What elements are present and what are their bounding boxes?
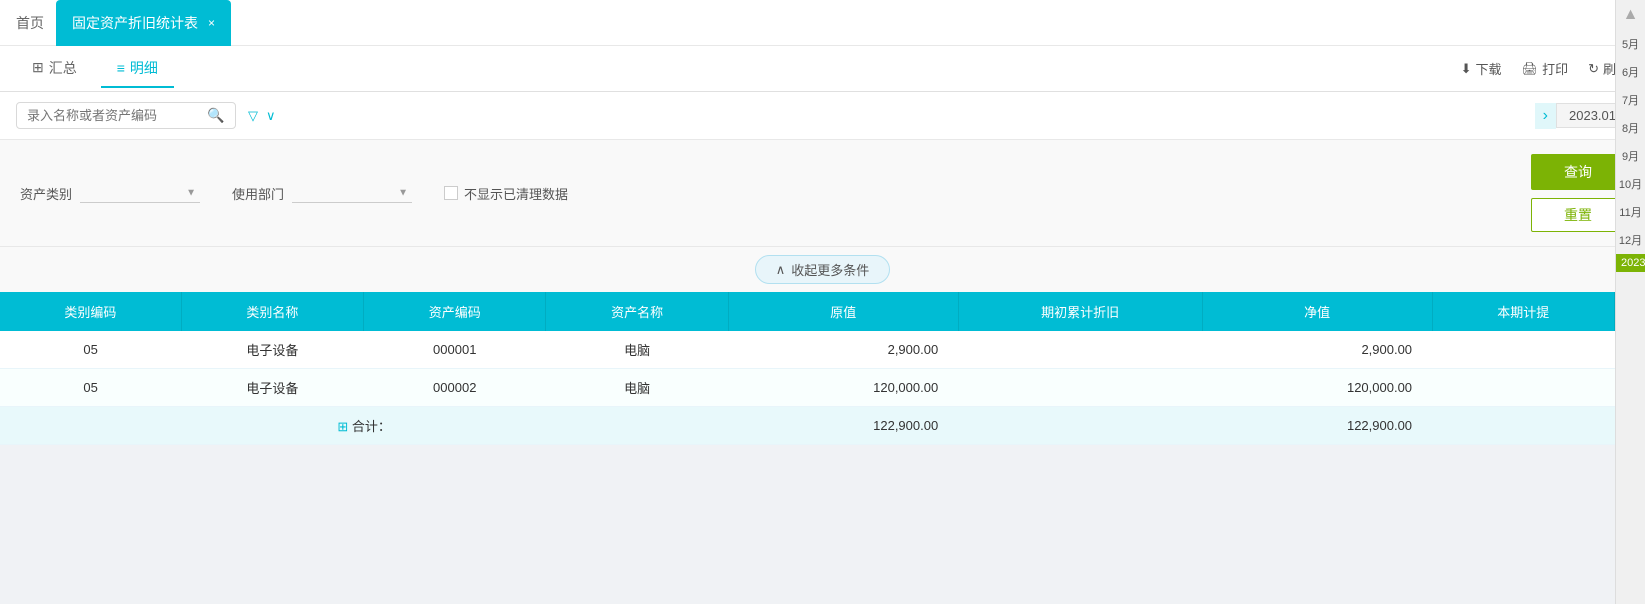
collapse-button[interactable]: ∧ 收起更多条件	[755, 255, 891, 284]
asset-category-label: 资产类别	[20, 184, 72, 203]
download-icon: ⬇	[1461, 61, 1472, 77]
chevron-down-icon: ∨	[266, 108, 276, 124]
sidebar-year-badge: 2023	[1616, 254, 1645, 272]
cell-category-code: 05	[0, 331, 181, 369]
sidebar-month-item[interactable]: 7月	[1617, 86, 1644, 114]
print-label: 打印	[1542, 59, 1568, 78]
search-bar: 🔍 ▽ ∨ › 2023.01	[0, 92, 1645, 140]
sidebar-month-item[interactable]: 8月	[1617, 114, 1644, 142]
refresh-icon: ↻	[1588, 61, 1599, 77]
cell-accumulated-dep	[958, 369, 1202, 407]
cell-category-name: 电子设备	[181, 331, 363, 369]
asset-category-select-wrap	[80, 183, 200, 203]
col-original-value: 原值	[728, 292, 958, 331]
total-icon: ⊞	[337, 419, 348, 434]
sidebar-month-item[interactable]: 12月	[1617, 226, 1644, 254]
filter-row: 资产类别 使用部门 不显示已清理数据	[20, 154, 1625, 232]
detail-tab-icon: ≡	[117, 60, 125, 76]
table-row: 05 电子设备 000001 电脑 2,900.00 2,900.00	[0, 331, 1615, 369]
sub-tabs-left: ⊞ 汇总 ≡ 明细	[16, 50, 174, 88]
detail-tab-label: 明细	[130, 58, 158, 78]
table-header-row: 类别编码 类别名称 资产编码 资产名称 原值 期初累计折旧 净值 本期计提	[0, 292, 1615, 331]
download-label: 下载	[1476, 59, 1502, 78]
sidebar-month-item[interactable]: 9月	[1617, 142, 1644, 170]
total-accumulated-dep	[958, 407, 1202, 445]
download-button[interactable]: ⬇ 下载	[1461, 59, 1502, 78]
cell-net-value: 2,900.00	[1202, 331, 1432, 369]
col-category-name: 类别名称	[181, 292, 363, 331]
hide-cleared-checkbox-item[interactable]: 不显示已清理数据	[444, 184, 568, 203]
query-button[interactable]: 查询	[1531, 154, 1625, 190]
tab-label: 固定资产折旧统计表	[72, 13, 198, 33]
print-icon: 🖨	[1522, 61, 1539, 77]
cell-current-dep	[1432, 331, 1614, 369]
summary-tab-icon: ⊞	[32, 59, 44, 76]
total-original-value: 122,900.00	[728, 407, 958, 445]
filter-area: 资产类别 使用部门 不显示已清理数据	[0, 140, 1645, 247]
col-accumulated-dep: 期初累计折旧	[958, 292, 1202, 331]
hide-cleared-checkbox[interactable]	[444, 186, 458, 200]
hide-cleared-label: 不显示已清理数据	[464, 184, 568, 203]
sidebar-month-item[interactable]: 5月	[1617, 30, 1644, 58]
cell-original-value: 120,000.00	[728, 369, 958, 407]
sidebar-month-item[interactable]: 6月	[1617, 58, 1644, 86]
cell-current-dep	[1432, 369, 1614, 407]
collapse-up-icon: ∧	[776, 262, 786, 278]
total-label: ⊞ 合计：	[0, 407, 728, 445]
total-current-dep	[1432, 407, 1614, 445]
print-button[interactable]: 🖨 打印	[1522, 59, 1569, 78]
cell-asset-name: 电脑	[546, 331, 728, 369]
tab-close-icon[interactable]: ×	[208, 16, 215, 30]
top-nav: 首页 固定资产折旧统计表 × ✕	[0, 0, 1645, 46]
department-select[interactable]	[292, 183, 412, 203]
right-sidebar: ▲ 5月6月7月8月9月10月11月12月 2023	[1615, 0, 1645, 604]
date-nav-right-arrow[interactable]: ›	[1535, 103, 1556, 129]
more-conditions-button[interactable]: ▽ ∨	[248, 108, 276, 124]
department-label: 使用部门	[232, 184, 284, 203]
tab-detail[interactable]: ≡ 明细	[101, 50, 174, 88]
col-net-value: 净值	[1202, 292, 1432, 331]
active-tab[interactable]: 固定资产折旧统计表 ×	[56, 0, 231, 46]
cell-category-code: 05	[0, 369, 181, 407]
table-row: 05 电子设备 000002 电脑 120,000.00 120,000.00	[0, 369, 1615, 407]
sub-tabs-actions: ⬇ 下载 🖨 打印 ↻ 刷新	[1461, 59, 1629, 78]
collapse-label: 收起更多条件	[791, 260, 869, 279]
col-category-code: 类别编码	[0, 292, 181, 331]
sidebar-month-item[interactable]: 11月	[1617, 198, 1644, 226]
cell-net-value: 120,000.00	[1202, 369, 1432, 407]
total-net-value: 122,900.00	[1202, 407, 1432, 445]
reset-button[interactable]: 重置	[1531, 198, 1625, 232]
collapse-bar: ∧ 收起更多条件	[0, 247, 1645, 292]
sidebar-month-item[interactable]: 10月	[1617, 170, 1644, 198]
sub-tabs-bar: ⊞ 汇总 ≡ 明细 ⬇ 下载 🖨 打印 ↻ 刷新	[0, 46, 1645, 92]
cell-asset-code: 000001	[364, 331, 546, 369]
cell-original-value: 2,900.00	[728, 331, 958, 369]
asset-category-filter: 资产类别	[20, 183, 200, 203]
filter-buttons: 查询 重置	[1531, 154, 1625, 232]
col-asset-code: 资产编码	[364, 292, 546, 331]
search-icon[interactable]: 🔍	[207, 107, 224, 124]
department-filter: 使用部门	[232, 183, 412, 203]
data-table: 类别编码 类别名称 资产编码 资产名称 原值 期初累计折旧 净值 本期计提 05…	[0, 292, 1615, 445]
home-link[interactable]: 首页	[16, 13, 44, 33]
sidebar-scroll-up[interactable]: ▲	[1616, 0, 1645, 30]
cell-category-name: 电子设备	[181, 369, 363, 407]
cell-accumulated-dep	[958, 331, 1202, 369]
search-input-wrap: 🔍	[16, 102, 236, 129]
col-asset-name: 资产名称	[546, 292, 728, 331]
cell-asset-name: 电脑	[546, 369, 728, 407]
asset-category-select[interactable]	[80, 183, 200, 203]
summary-tab-label: 汇总	[49, 58, 77, 78]
col-current-dep: 本期计提	[1432, 292, 1614, 331]
data-table-wrap: 类别编码 类别名称 资产编码 资产名称 原值 期初累计折旧 净值 本期计提 05…	[0, 292, 1615, 445]
sidebar-months: 5月6月7月8月9月10月11月12月	[1617, 30, 1644, 254]
total-row: ⊞ 合计： 122,900.00 122,900.00	[0, 407, 1615, 445]
filter-icon: ▽	[248, 108, 258, 124]
department-select-wrap	[292, 183, 412, 203]
tab-summary[interactable]: ⊞ 汇总	[16, 50, 93, 88]
search-input[interactable]	[27, 108, 207, 123]
cell-asset-code: 000002	[364, 369, 546, 407]
